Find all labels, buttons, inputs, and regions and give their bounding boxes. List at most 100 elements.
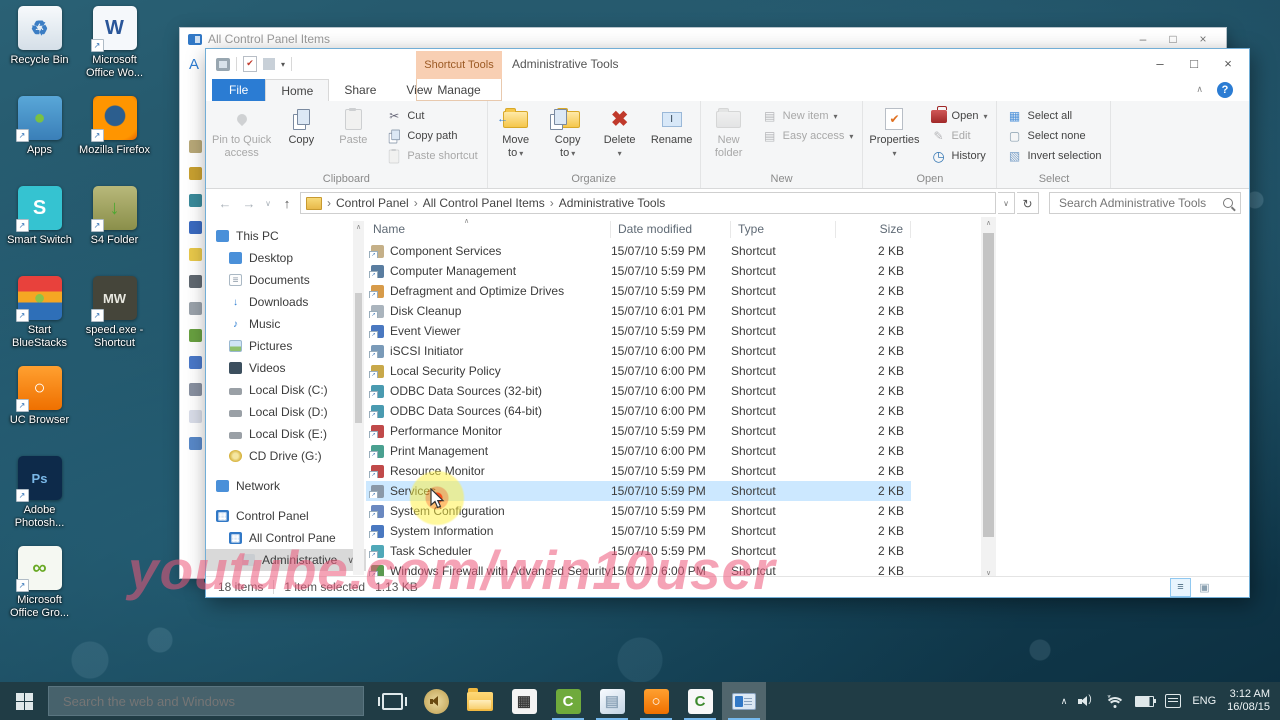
windows-store-icon[interactable]: ▦ — [502, 682, 546, 720]
file-row[interactable]: System Information 15/07/10 5:59 PM Shor… — [366, 521, 911, 541]
back-button[interactable]: ← — [214, 196, 236, 211]
paste-button[interactable]: Paste — [327, 103, 379, 169]
file-row[interactable]: Services 15/07/10 5:59 PM Shortcut 2 KB — [366, 481, 911, 501]
copy-to-button[interactable]: Copy to ▾ — [542, 103, 594, 169]
help-button[interactable]: ? — [1217, 82, 1233, 98]
control-panel-item-icon[interactable] — [188, 194, 202, 207]
this-pc-icon[interactable]: This PC — [206, 225, 366, 247]
battery-icon[interactable] — [1135, 695, 1157, 707]
tab-home[interactable]: Home — [265, 79, 330, 101]
forward-button[interactable]: → — [238, 196, 260, 211]
control-panel-icon[interactable] — [722, 682, 766, 720]
nav-scrollbar[interactable]: ∧ — [353, 221, 364, 575]
volume-icon[interactable]: ) — [1078, 694, 1095, 708]
control-panel-item-icon[interactable] — [188, 275, 202, 288]
scroll-up-icon[interactable]: ∧ — [353, 221, 364, 231]
pictures-icon[interactable]: Pictures — [206, 335, 366, 357]
copy-button[interactable]: Copy — [275, 103, 327, 169]
file-row[interactable]: Defragment and Optimize Drives 15/07/10 … — [366, 281, 911, 301]
search-icon[interactable] — [1223, 198, 1233, 208]
file-row[interactable]: Local Security Policy 15/07/10 6:00 PM S… — [366, 361, 911, 381]
photoshop-icon[interactable]: Ps Adobe Photosh... — [3, 456, 77, 546]
recycle-bin-icon[interactable]: ♻ Recycle Bin — [3, 6, 77, 96]
language-indicator[interactable]: ENG — [1192, 695, 1216, 707]
control-panel-item-icon[interactable] — [188, 302, 202, 315]
tab-share[interactable]: Share — [329, 79, 391, 101]
back-minimize-button[interactable]: – — [1128, 28, 1158, 50]
disk-icon[interactable]: Local Disk (C:) — [206, 379, 366, 401]
search-box[interactable] — [1049, 192, 1241, 214]
cut-button[interactable]: ✂ Cut — [379, 106, 484, 126]
file-row[interactable]: Resource Monitor 15/07/10 5:59 PM Shortc… — [366, 461, 911, 481]
up-button[interactable]: ↑ — [276, 196, 298, 211]
camtasia-recorder-icon[interactable]: C — [546, 682, 590, 720]
bluestacks-icon[interactable]: ● Start BlueStacks — [3, 276, 77, 366]
smart-switch-icon[interactable]: S Smart Switch — [3, 186, 77, 276]
copy-path-button[interactable]: Copy path — [379, 126, 484, 146]
column-header-type[interactable]: Type — [731, 220, 836, 238]
file-row[interactable]: Print Management 15/07/10 6:00 PM Shortc… — [366, 441, 911, 461]
scroll-up-icon[interactable]: ∧ — [981, 217, 996, 227]
network-icon[interactable]: Network — [206, 475, 366, 497]
s4-folder-icon[interactable]: ↓ S4 Folder — [78, 186, 152, 276]
back-close-button[interactable]: × — [1188, 28, 1218, 50]
file-row[interactable]: Event Viewer 15/07/10 5:59 PM Shortcut 2… — [366, 321, 911, 341]
select-none-button[interactable]: ▢ Select none — [999, 126, 1108, 146]
large-icons-view-button[interactable]: ▣ — [1194, 578, 1215, 597]
admin-tools-icon[interactable]: Administrative ∨ — [206, 549, 366, 571]
details-view-button[interactable]: ≡ — [1170, 577, 1191, 597]
column-header-size[interactable]: Size — [836, 220, 911, 238]
downloads-icon[interactable]: ↓ Downloads — [206, 291, 366, 313]
notification-icon[interactable] — [1165, 694, 1182, 708]
breadcrumb-item[interactable]: All Control Panel Items — [423, 196, 545, 210]
open-button[interactable]: Open ▾ — [924, 105, 995, 126]
breadcrumb-item[interactable]: Control Panel — [336, 196, 409, 210]
nav-scroll-thumb[interactable] — [355, 293, 362, 423]
minimize-button[interactable]: – — [1143, 49, 1177, 79]
paste-shortcut-button[interactable]: Paste shortcut — [379, 146, 484, 166]
documents-icon[interactable]: ≡ Documents — [206, 269, 366, 291]
control-panel-item-icon[interactable] — [188, 383, 202, 396]
pin-to-quick-access-button[interactable]: Pin to Quick access — [208, 103, 275, 169]
easy-access-button[interactable]: ▤ Easy access ▾ — [755, 126, 861, 146]
cd-icon[interactable]: CD Drive (G:) — [206, 445, 366, 467]
collapse-ribbon-chevron-icon[interactable]: ∧ — [1196, 84, 1203, 95]
move-to-button[interactable]: ← Move to ▾ — [490, 103, 542, 169]
control-panel-item-icon[interactable] — [188, 221, 202, 234]
list-scrollbar[interactable]: ∧ ∨ — [981, 217, 996, 579]
column-header-name[interactable]: ∧ Name — [366, 218, 611, 238]
back-maximize-button[interactable]: □ — [1158, 28, 1188, 50]
tab-manage[interactable]: Manage — [416, 79, 502, 101]
taskbar-search-input[interactable] — [61, 692, 363, 710]
tray-expand-chevron-icon[interactable]: ∧ — [1061, 696, 1068, 707]
search-input[interactable] — [1057, 195, 1223, 211]
videos-icon[interactable]: Videos — [206, 357, 366, 379]
invert-selection-button[interactable]: ▧ Invert selection — [999, 146, 1108, 166]
edit-button[interactable]: ✎ Edit — [924, 126, 995, 146]
file-row[interactable]: Performance Monitor 15/07/10 5:59 PM Sho… — [366, 421, 911, 441]
control-panel-icon[interactable]: ▦ All Control Pane — [206, 527, 366, 549]
start-button[interactable] — [0, 682, 48, 720]
file-row[interactable]: ODBC Data Sources (32-bit) 15/07/10 6:00… — [366, 381, 911, 401]
control-panel-item-icon[interactable] — [188, 248, 202, 261]
clock[interactable]: 3:12 AM 16/08/15 — [1227, 688, 1270, 714]
new-item-button[interactable]: ▤ New item ▾ — [755, 106, 861, 126]
taskbar-search[interactable] — [48, 686, 364, 716]
control-panel-icon[interactable]: ▦ Control Panel — [206, 505, 366, 527]
close-button[interactable]: × — [1211, 49, 1245, 79]
properties-button[interactable]: ✔ Properties ▾ — [865, 103, 923, 169]
delete-button[interactable]: ✖ Delete ▾ — [594, 103, 646, 169]
volume-mixer-icon[interactable] — [414, 682, 458, 720]
recent-locations-chevron-icon[interactable]: ∨ — [262, 199, 274, 208]
explorer-titlebar[interactable]: ✔ ▾ Shortcut Tools Administrative Tools … — [206, 49, 1249, 79]
task-view-icon[interactable] — [370, 682, 414, 720]
breadcrumb-item[interactable]: Administrative Tools — [559, 196, 666, 210]
file-explorer-icon[interactable] — [458, 682, 502, 720]
history-button[interactable]: ◷ History — [924, 146, 995, 166]
contextual-tab-shortcut-tools[interactable]: Shortcut Tools — [416, 51, 502, 79]
camtasia-studio-icon[interactable]: C — [678, 682, 722, 720]
uc-browser-icon[interactable]: ○ — [634, 682, 678, 720]
firefox-icon[interactable]: Mozilla Firefox — [78, 96, 152, 186]
disk-icon[interactable]: Local Disk (D:) — [206, 401, 366, 423]
music-icon[interactable]: ♪ Music — [206, 313, 366, 335]
